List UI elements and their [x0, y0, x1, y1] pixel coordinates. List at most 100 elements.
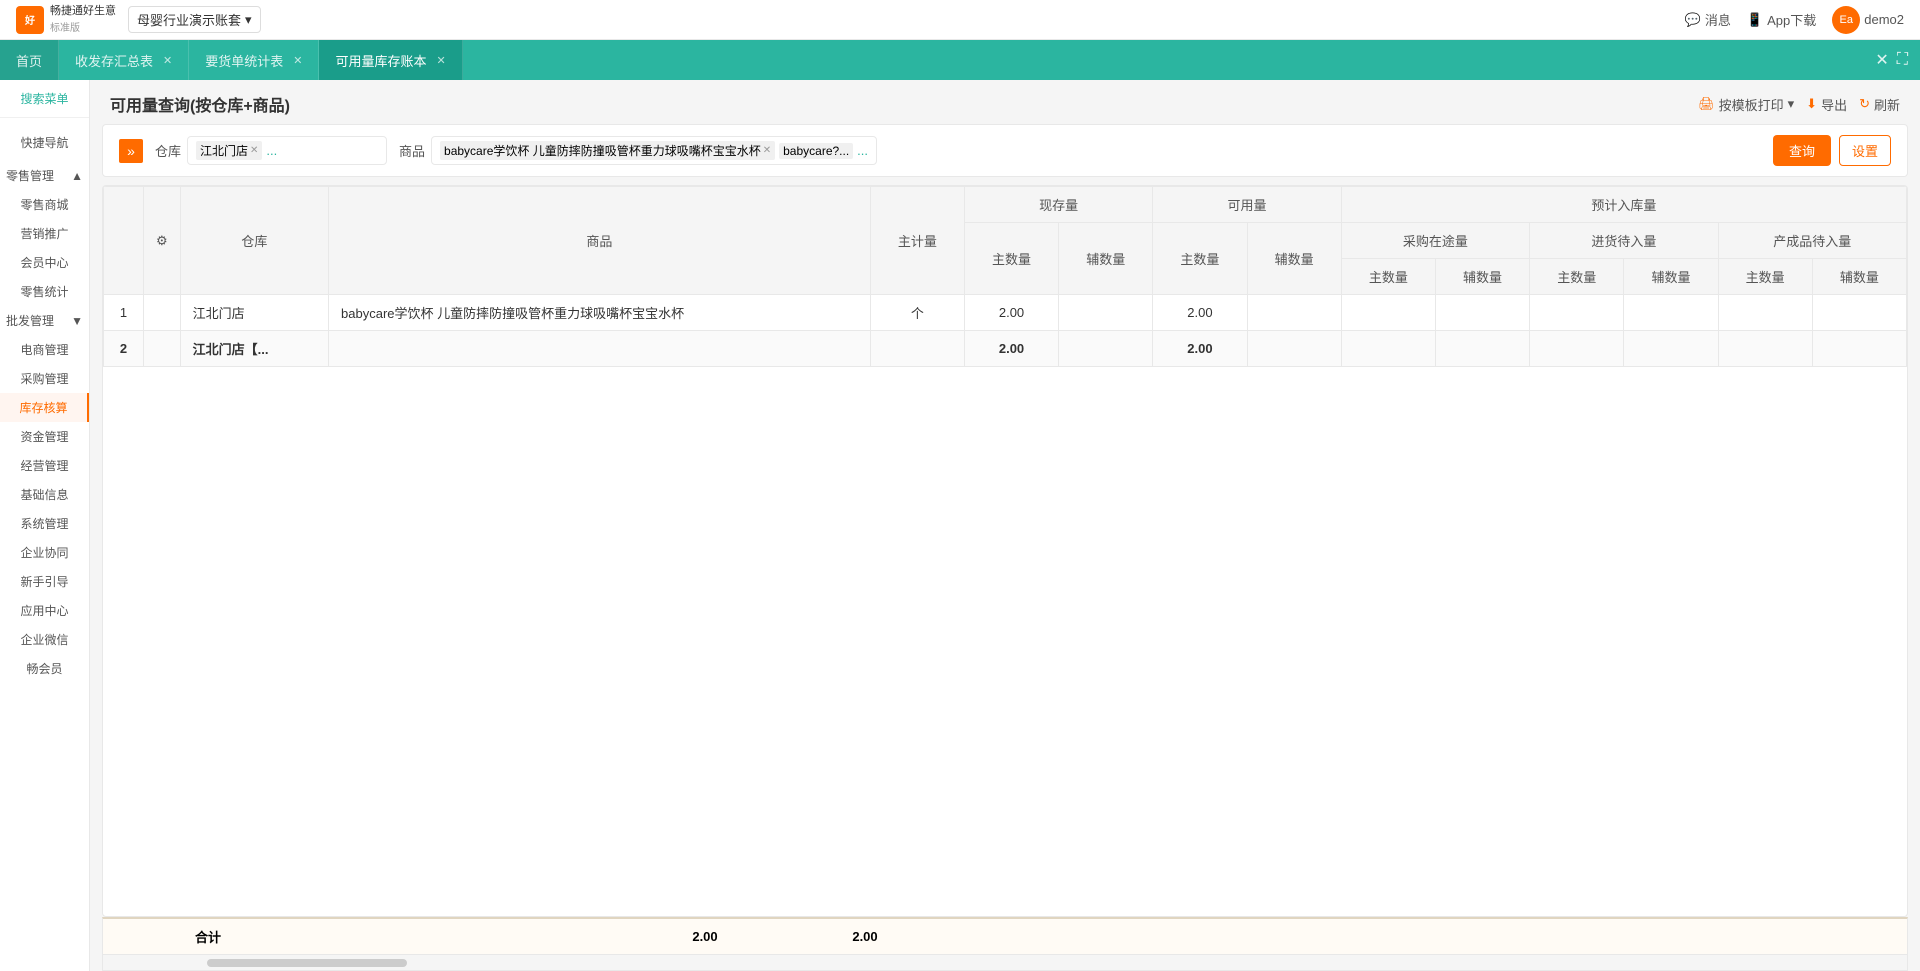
filter-bar: » 仓库 江北门店 ✕ ... 商品 babycare学饮杯 儿童防摔防撞吸管杯… — [102, 124, 1908, 177]
td-product-1: babycare学饮杯 儿童防摔防撞吸管杯重力球吸嘴杯宝宝水杯 — [329, 295, 871, 331]
product-tag-2-value: babycare?... — [783, 144, 849, 158]
system-label: 系统管理 — [20, 517, 68, 531]
logo-area: 好 畅捷通好生意 标准版 — [16, 5, 116, 33]
sidebar-item-retail-shop[interactable]: 零售商城 — [0, 190, 89, 219]
purchase-label: 采购管理 — [20, 372, 68, 386]
print-label: 按模板打印 — [1719, 95, 1784, 114]
retail-chevron-icon: ▲ — [71, 169, 83, 183]
th-inbound-pending: 进货待入量 — [1530, 223, 1718, 259]
th-rownum — [104, 187, 144, 295]
warehouse-tag-value: 江北门店 — [200, 142, 248, 159]
sidebar-item-enterprise-wechat[interactable]: 企业微信 — [0, 625, 89, 654]
tab-income-expense-close[interactable]: ✕ — [163, 54, 172, 67]
refresh-button[interactable]: ↻ 刷新 — [1859, 95, 1900, 114]
scrollbar-thumb[interactable] — [207, 959, 407, 967]
tab-available-stock-close[interactable]: ✕ — [437, 54, 446, 67]
scrollbar-area[interactable] — [102, 955, 1908, 971]
settings-button[interactable]: 设置 — [1839, 135, 1891, 166]
tab-income-expense[interactable]: 收发存汇总表 ✕ — [59, 40, 189, 80]
avatar: Ea — [1832, 6, 1860, 34]
sidebar-item-purchase[interactable]: 采购管理 — [0, 364, 89, 393]
marketing-label: 营销推广 — [20, 227, 68, 241]
th-inbound-main: 主数量 — [1530, 259, 1624, 295]
sidebar-item-basic[interactable]: 基础信息 — [0, 480, 89, 509]
td-finished-main-2 — [1718, 331, 1812, 367]
product-tag-1-close[interactable]: ✕ — [763, 145, 771, 156]
tab-available-stock[interactable]: 可用量库存账本 ✕ — [319, 40, 462, 80]
filter-expand-button[interactable]: » — [119, 139, 143, 163]
product-filter-label: 商品 — [399, 141, 425, 160]
sidebar-item-inventory[interactable]: 库存核算 — [0, 393, 89, 422]
product-filter-group: 商品 babycare学饮杯 儿童防摔防撞吸管杯重力球吸嘴杯宝宝水杯 ✕ bab… — [399, 136, 877, 165]
table-row: 2 江北门店【... 2.00 2.00 — [104, 331, 1907, 367]
sidebar-search-area: 搜索菜单 — [0, 80, 89, 118]
retail-label: 零售管理 — [6, 167, 54, 184]
sidebar-item-member2[interactable]: 畅会员 — [0, 654, 89, 683]
close-tab-action[interactable]: ✕ — [1875, 50, 1888, 70]
th-available-aux-qty: 辅数量 — [1247, 223, 1341, 295]
sidebar-item-member[interactable]: 会员中心 — [0, 248, 89, 277]
sidebar-nav: 快捷导航 零售管理 ▲ 零售商城 营销推广 会员中心 零售统计 批发管理 ▼ — [0, 118, 89, 689]
td-available-aux-2 — [1247, 331, 1341, 367]
th-planned-inbound: 预计入库量 — [1341, 187, 1906, 223]
sidebar-item-enterprise[interactable]: 企业协同 — [0, 538, 89, 567]
member2-label: 畅会员 — [26, 662, 62, 676]
warehouse-more-icon[interactable]: ... — [266, 143, 277, 158]
sidebar-item-quick-nav[interactable]: 快捷导航 — [0, 124, 89, 161]
message-button[interactable]: 💬 消息 — [1685, 10, 1731, 29]
th-finished-aux: 辅数量 — [1812, 259, 1906, 295]
sidebar-item-marketing[interactable]: 营销推广 — [0, 219, 89, 248]
industry-label: 母婴行业演示账套 — [137, 10, 241, 29]
sidebar-item-retail-stats[interactable]: 零售统计 — [0, 277, 89, 306]
sidebar-item-operations[interactable]: 经营管理 — [0, 451, 89, 480]
maximize-action[interactable]: ⛶ — [1897, 51, 1908, 69]
sidebar-item-finance[interactable]: 资金管理 — [0, 422, 89, 451]
td-main-unit-1: 个 — [870, 295, 964, 331]
query-button[interactable]: 查询 — [1773, 135, 1831, 166]
logo-text: 畅捷通好生意 — [50, 5, 116, 18]
table-footer: 合计 2.00 2.00 — [102, 917, 1908, 955]
sidebar-item-newbie[interactable]: 新手引导 — [0, 567, 89, 596]
basic-label: 基础信息 — [20, 488, 68, 502]
enterprise-label: 企业协同 — [20, 546, 68, 560]
tab-income-expense-label: 收发存汇总表 — [75, 51, 153, 70]
tab-order-stats[interactable]: 要货单统计表 ✕ — [189, 40, 319, 80]
th-product: 商品 — [329, 187, 871, 295]
product-filter-input[interactable]: babycare学饮杯 儿童防摔防撞吸管杯重力球吸嘴杯宝宝水杯 ✕ babyca… — [431, 136, 877, 165]
td-inbound-main-1 — [1530, 295, 1624, 331]
td-purchase-transit-main-2 — [1341, 331, 1435, 367]
logo-sub: 标准版 — [50, 19, 116, 34]
top-bar: 好 畅捷通好生意 标准版 母婴行业演示账套 ▾ 💬 消息 📱 App下载 Ea … — [0, 0, 1920, 40]
user-profile[interactable]: Ea demo2 — [1832, 6, 1904, 34]
export-label: 导出 — [1821, 95, 1847, 114]
td-rownum-2: 2 — [104, 331, 144, 367]
industry-selector[interactable]: 母婴行业演示账套 ▾ — [128, 6, 261, 33]
product-tag-1-value: babycare学饮杯 儿童防摔防撞吸管杯重力球吸嘴杯宝宝水杯 — [444, 142, 761, 159]
sidebar-item-retail[interactable]: 零售管理 ▲ — [0, 161, 89, 190]
th-inbound-aux: 辅数量 — [1624, 259, 1718, 295]
user-initial: Ea — [1840, 14, 1853, 26]
phone-icon: 📱 — [1747, 12, 1763, 28]
table-row: 1 江北门店 babycare学饮杯 儿童防摔防撞吸管杯重力球吸嘴杯宝宝水杯 个… — [104, 295, 1907, 331]
print-button[interactable]: 🖨 按模板打印 ▾ — [1698, 95, 1794, 114]
td-warehouse-1: 江北门店 — [180, 295, 328, 331]
product-more-icon[interactable]: ... — [857, 143, 868, 158]
app-download-label: App下载 — [1767, 10, 1816, 29]
sidebar-item-ecommerce[interactable]: 电商管理 — [0, 335, 89, 364]
export-button[interactable]: ⬇ 导出 — [1806, 95, 1847, 114]
th-settings[interactable]: ⚙ — [144, 187, 181, 295]
footer-label: 合计 — [115, 927, 415, 946]
inventory-label: 库存核算 — [19, 401, 67, 415]
tab-order-stats-close[interactable]: ✕ — [293, 54, 302, 67]
search-menu-button[interactable]: 搜索菜单 — [8, 90, 81, 107]
table-header-row-1: ⚙ 仓库 商品 主计量 现存量 可用量 预计入库量 — [104, 187, 1907, 223]
warehouse-filter-input[interactable]: 江北门店 ✕ ... — [187, 136, 387, 165]
sidebar-item-system[interactable]: 系统管理 — [0, 509, 89, 538]
tab-home[interactable]: 首页 — [0, 40, 59, 80]
th-warehouse: 仓库 — [180, 187, 328, 295]
warehouse-tag-close[interactable]: ✕ — [250, 145, 258, 156]
sidebar-item-app-center[interactable]: 应用中心 — [0, 596, 89, 625]
sidebar-item-wholesale[interactable]: 批发管理 ▼ — [0, 306, 89, 335]
app-download-button[interactable]: 📱 App下载 — [1747, 10, 1816, 29]
page-header: 可用量查询(按仓库+商品) 🖨 按模板打印 ▾ ⬇ 导出 ↻ 刷新 — [90, 80, 1920, 124]
